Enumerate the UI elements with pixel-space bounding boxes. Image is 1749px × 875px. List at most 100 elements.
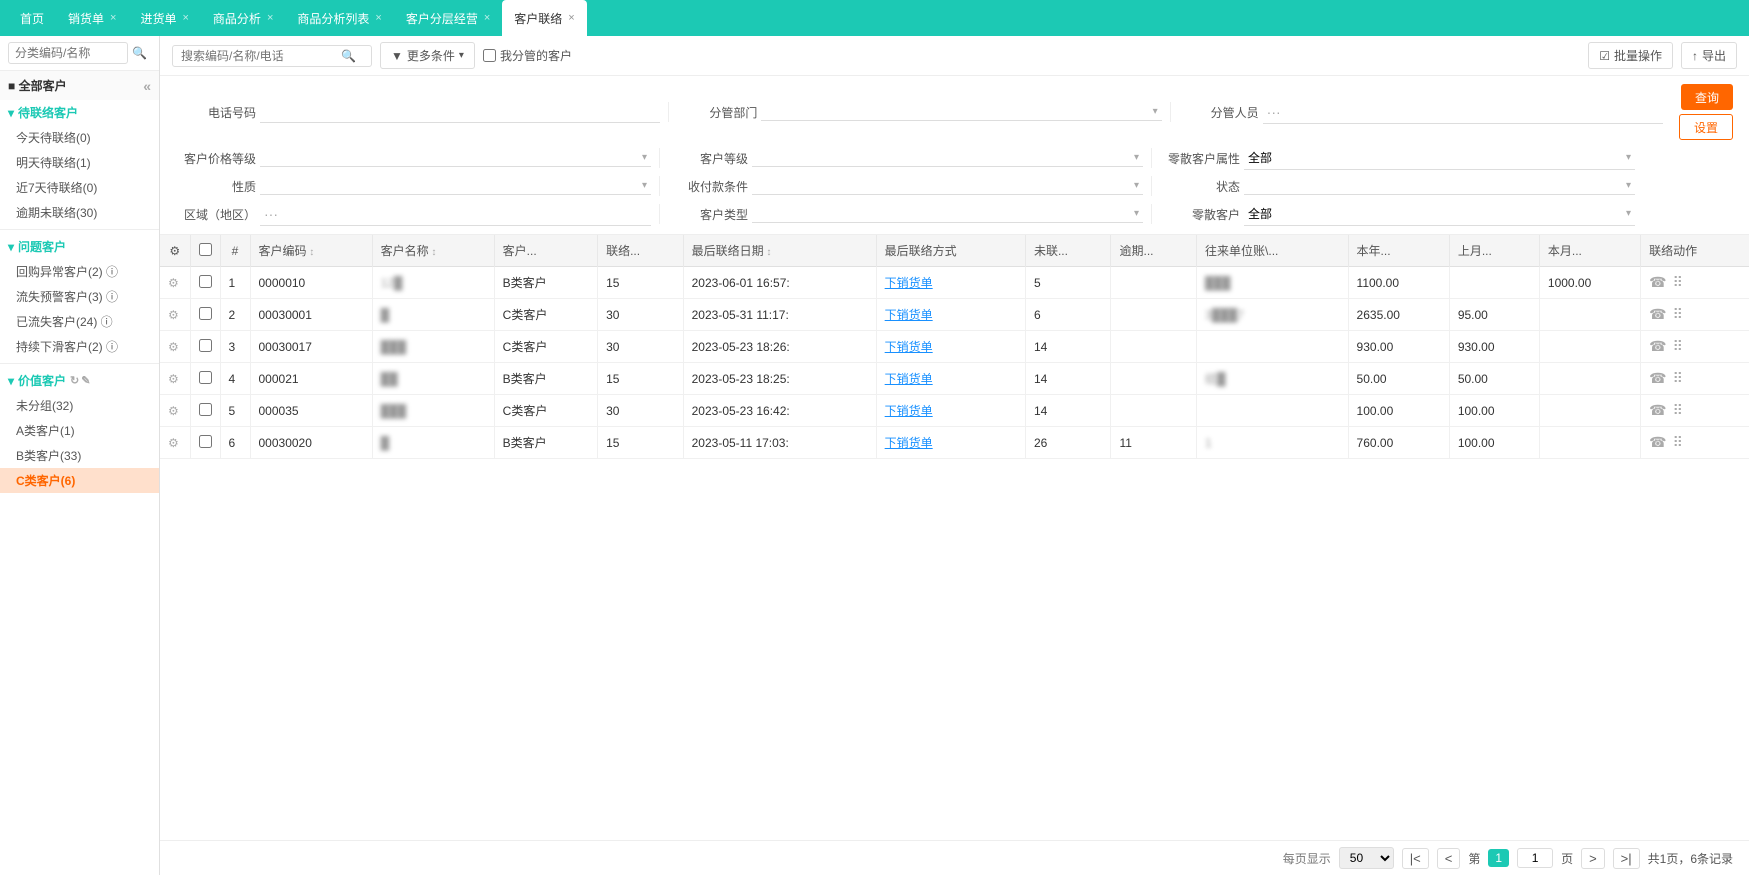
filter-select-status[interactable]: ▾: [1244, 177, 1635, 195]
th-customer-code[interactable]: 客户编码: [250, 235, 372, 267]
sidebar-item-7days[interactable]: 近7天待联络(0): [0, 175, 159, 200]
export-btn[interactable]: ↑ 导出: [1681, 42, 1737, 69]
sidebar-item-tomorrow[interactable]: 明天待联络(1): [0, 150, 159, 175]
row-checkbox[interactable]: [199, 371, 212, 384]
prev-page-btn[interactable]: <: [1437, 848, 1461, 869]
th-checkbox[interactable]: [190, 235, 220, 267]
more-actions-icon[interactable]: ⠿: [1673, 402, 1683, 419]
refresh-icon[interactable]: ↻: [70, 374, 79, 387]
phone-icon[interactable]: ☎: [1649, 274, 1666, 291]
sidebar-item-declining[interactable]: 持续下滑客户(2) ⓘ: [0, 334, 159, 359]
filter-select-level[interactable]: ▾: [752, 149, 1143, 167]
nav-purchase-order[interactable]: 进货单 ×: [128, 0, 200, 36]
sidebar-group-value[interactable]: 价值客户 ↻ ✎: [0, 368, 159, 393]
sidebar-item-class-a[interactable]: A类客户(1): [0, 418, 159, 443]
row-settings-icon[interactable]: ⚙: [168, 308, 179, 322]
filter-select-region[interactable]: ···: [260, 203, 651, 226]
sidebar-item-overdue[interactable]: 逾期未联络(30): [0, 200, 159, 225]
nav-sales-order[interactable]: 销货单 ×: [56, 0, 128, 36]
more-actions-icon[interactable]: ⠿: [1673, 434, 1683, 451]
query-btn[interactable]: 查询: [1681, 84, 1733, 110]
sidebar-item-ungrouped[interactable]: 未分组(32): [0, 393, 159, 418]
main-search-icon[interactable]: 🔍: [341, 49, 356, 63]
phone-icon[interactable]: ☎: [1649, 370, 1666, 387]
filter-select-price-level[interactable]: ▾: [260, 149, 651, 167]
close-product-analysis-icon[interactable]: ×: [267, 12, 273, 24]
th-last-contact-date[interactable]: 最后联络日期: [683, 235, 876, 267]
sidebar-item-class-c[interactable]: C类客户(6): [0, 468, 159, 493]
row-settings-icon[interactable]: ⚙: [168, 340, 179, 354]
set-btn[interactable]: 设置: [1679, 114, 1733, 140]
my-customers-checkbox[interactable]: [483, 49, 496, 62]
more-actions-icon[interactable]: ⠿: [1673, 274, 1683, 291]
sidebar-search-icon[interactable]: 🔍: [132, 46, 147, 60]
sidebar-item-today[interactable]: 今天待联络(0): [0, 125, 159, 150]
filter-select-nature[interactable]: ▾: [260, 177, 651, 195]
dots-manager-icon[interactable]: ···: [1267, 104, 1281, 120]
next-page-btn[interactable]: >: [1581, 848, 1605, 869]
sidebar-search-input[interactable]: [8, 42, 128, 64]
filter-select-payment[interactable]: ▾: [752, 177, 1143, 195]
sidebar-item-lost[interactable]: 已流失客户(24) ⓘ: [0, 309, 159, 334]
nav-product-analysis[interactable]: 商品分析 ×: [201, 0, 285, 36]
nav-customer-tiering[interactable]: 客户分层经营 ×: [394, 0, 502, 36]
phone-icon[interactable]: ☎: [1649, 402, 1666, 419]
row-settings-icon[interactable]: ⚙: [168, 404, 179, 418]
link-last_contact_method[interactable]: 下销货单: [885, 404, 933, 418]
row-checkbox[interactable]: [199, 435, 212, 448]
nav-home[interactable]: 首页: [8, 0, 56, 36]
close-customer-contact-icon[interactable]: ×: [568, 12, 574, 24]
more-actions-icon[interactable]: ⠿: [1673, 370, 1683, 387]
link-last_contact_method[interactable]: 下销货单: [885, 372, 933, 386]
row-settings-icon[interactable]: ⚙: [168, 372, 179, 386]
row-checkbox[interactable]: [199, 307, 212, 320]
row-checkbox[interactable]: [199, 339, 212, 352]
page-jump-input[interactable]: [1517, 848, 1553, 868]
filter-select-customer-type[interactable]: ▾: [752, 205, 1143, 223]
more-actions-icon[interactable]: ⠿: [1673, 338, 1683, 355]
more-conditions-btn[interactable]: ▼ 更多条件 ▾: [380, 42, 475, 69]
phone-icon[interactable]: ☎: [1649, 434, 1666, 451]
close-sales-order-icon[interactable]: ×: [110, 12, 116, 24]
sidebar-item-class-b[interactable]: B类客户(33): [0, 443, 159, 468]
filter-select-scatter-attr[interactable]: 全部 ▾: [1244, 146, 1635, 170]
link-last_contact_method[interactable]: 下销货单: [885, 276, 933, 290]
sidebar-item-abnormal[interactable]: 回购异常客户(2) ⓘ: [0, 259, 159, 284]
sidebar: 🔍 ■ 全部客户 « 待联络客户 今天待联络(0) 明天待联络(1) 近7天待联…: [0, 36, 160, 875]
row-checkbox[interactable]: [199, 403, 212, 416]
last-page-btn[interactable]: >|: [1613, 848, 1640, 869]
nav-product-analysis-list[interactable]: 商品分析列表 ×: [285, 0, 393, 36]
row-checkbox[interactable]: [199, 275, 212, 288]
filter-select-manager[interactable]: ···: [1263, 101, 1663, 124]
close-customer-tiering-icon[interactable]: ×: [484, 12, 490, 24]
th-customer-name[interactable]: 客户名称: [372, 235, 494, 267]
sidebar-group-problem[interactable]: 问题客户: [0, 234, 159, 259]
edit-icon[interactable]: ✎: [81, 374, 90, 387]
per-page-select[interactable]: 50 100 200: [1339, 847, 1394, 869]
filter-input-phone[interactable]: [260, 102, 660, 123]
row-settings-icon[interactable]: ⚙: [168, 436, 179, 450]
link-last_contact_method[interactable]: 下销货单: [885, 340, 933, 354]
th-settings[interactable]: ⚙: [160, 235, 190, 267]
nav-customer-contact[interactable]: 客户联络 ×: [502, 0, 586, 36]
close-purchase-order-icon[interactable]: ×: [182, 12, 188, 24]
batch-ops-btn[interactable]: ☑ 批量操作: [1588, 42, 1673, 69]
sidebar-collapse-icon[interactable]: «: [143, 78, 151, 94]
sidebar-group-pending[interactable]: 待联络客户: [0, 100, 159, 125]
link-last_contact_method[interactable]: 下销货单: [885, 436, 933, 450]
sidebar-item-warning[interactable]: 流失预警客户(3) ⓘ: [0, 284, 159, 309]
my-customers-checkbox-wrap[interactable]: 我分管的客户: [483, 47, 572, 64]
filter-select-scatter[interactable]: 全部 ▾: [1244, 202, 1635, 226]
phone-icon[interactable]: ☎: [1649, 338, 1666, 355]
main-search-input[interactable]: [181, 49, 341, 63]
all-customers-title[interactable]: ■ 全部客户 «: [0, 71, 159, 100]
close-product-analysis-list-icon[interactable]: ×: [375, 12, 381, 24]
dots-region-icon[interactable]: ···: [264, 206, 278, 222]
first-page-btn[interactable]: |<: [1402, 848, 1429, 869]
select-all-checkbox[interactable]: [199, 243, 212, 256]
more-actions-icon[interactable]: ⠿: [1673, 306, 1683, 323]
phone-icon[interactable]: ☎: [1649, 306, 1666, 323]
row-settings-icon[interactable]: ⚙: [168, 276, 179, 290]
link-last_contact_method[interactable]: 下销货单: [885, 308, 933, 322]
filter-select-dept[interactable]: ▾: [761, 103, 1161, 121]
